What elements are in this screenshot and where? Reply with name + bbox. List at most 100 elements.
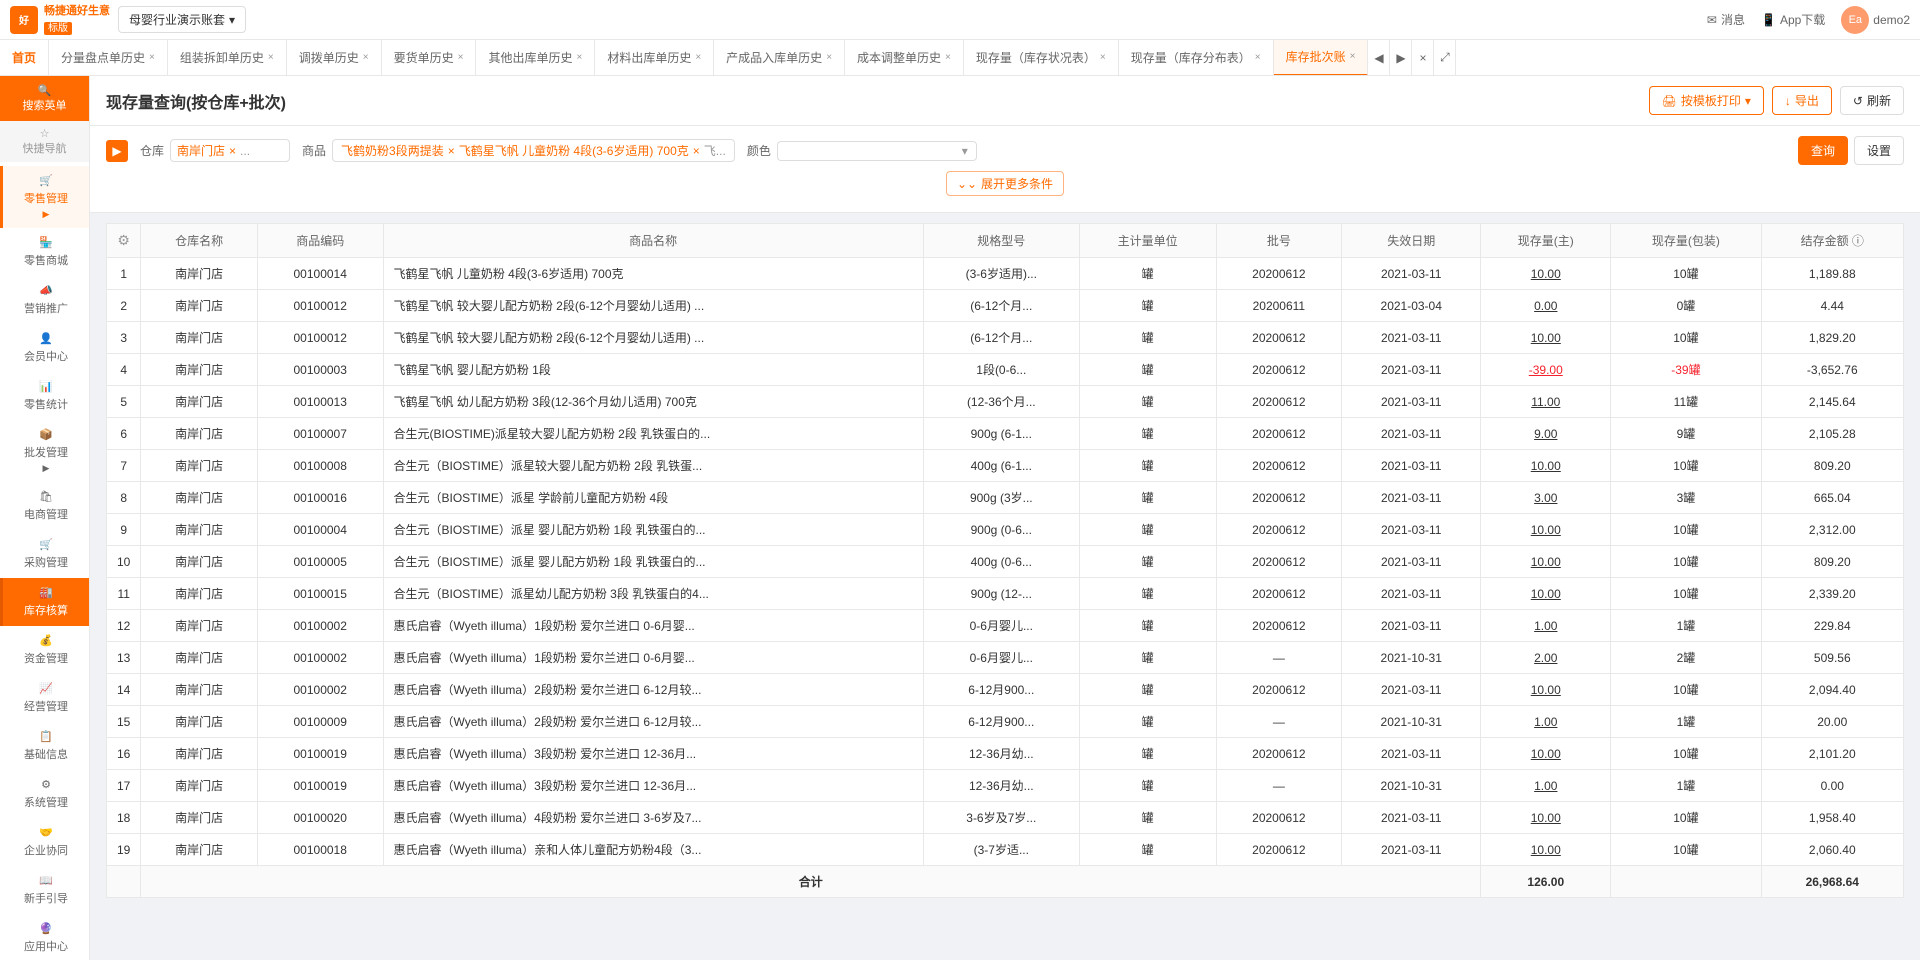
filter-arrow-btn[interactable]: ▶: [106, 140, 128, 162]
qty-main-link[interactable]: 10.00: [1531, 843, 1561, 857]
expand-conditions-button[interactable]: ⌄⌄ 展开更多条件: [946, 171, 1064, 196]
qty-main-link[interactable]: 1.00: [1534, 779, 1557, 793]
sidebar-search[interactable]: 🔍 搜索英单: [0, 76, 89, 121]
row-qty-main[interactable]: 10.00: [1481, 514, 1611, 546]
warehouse-input-area[interactable]: 南岸门店 × ...: [170, 139, 290, 162]
goods-input-area[interactable]: 飞鹤奶粉3段两提装 × 飞鹤星飞帆 儿童奶粉 4段(3-6岁适用) 700克 ×…: [332, 139, 735, 162]
sidebar-item-retail-shop[interactable]: 🏪 零售商城: [0, 228, 89, 276]
row-qty-main[interactable]: 0.00: [1481, 290, 1611, 322]
row-qty-main[interactable]: 10.00: [1481, 802, 1611, 834]
tab-diaob[interactable]: 调拨单历史 ×: [287, 40, 382, 76]
tab-chengpin-close[interactable]: ×: [826, 52, 832, 63]
user-area[interactable]: Ea demo2: [1841, 6, 1910, 34]
sidebar-item-member[interactable]: 👤 会员中心: [0, 324, 89, 372]
qty-main-link[interactable]: 10.00: [1531, 523, 1561, 537]
row-qty-main[interactable]: 1.00: [1481, 610, 1611, 642]
message-button[interactable]: ✉ 消息: [1707, 11, 1745, 28]
tab-kucun2-close[interactable]: ×: [1255, 52, 1261, 63]
row-qty-main[interactable]: 3.00: [1481, 482, 1611, 514]
tab-zuhe-close[interactable]: ×: [268, 52, 274, 63]
tab-chengben[interactable]: 成本调整单历史 ×: [845, 40, 964, 76]
sidebar-quick-nav[interactable]: ☆ 快捷导航: [0, 121, 89, 162]
tab-home[interactable]: 首页: [0, 40, 49, 76]
sidebar-item-operations[interactable]: 📈 经营管理: [0, 674, 89, 722]
sidebar-item-purchase[interactable]: 🛒 采购管理: [0, 530, 89, 578]
qty-main-link[interactable]: 1.00: [1534, 619, 1557, 633]
qty-main-link[interactable]: 11.00: [1531, 395, 1560, 409]
tab-chengpin[interactable]: 产成品入库单历史 ×: [714, 40, 845, 76]
tab-cailiao[interactable]: 材料出库单历史 ×: [595, 40, 714, 76]
row-qty-main[interactable]: 10.00: [1481, 578, 1611, 610]
qty-main-link[interactable]: 9.00: [1534, 427, 1557, 441]
tab-fullscreen[interactable]: ⤢: [1434, 40, 1456, 76]
col-settings-icon[interactable]: ⚙: [117, 232, 130, 248]
row-qty-main[interactable]: 10.00: [1481, 546, 1611, 578]
qty-main-link[interactable]: 10.00: [1531, 331, 1561, 345]
warehouse-tag-close[interactable]: ×: [229, 144, 236, 158]
tab-kucun1-close[interactable]: ×: [1100, 52, 1106, 63]
row-qty-main[interactable]: 9.00: [1481, 418, 1611, 450]
sidebar-item-wholesale[interactable]: 📦 批发管理 ▶: [0, 420, 89, 482]
industry-selector[interactable]: 母婴行业演示账套 ▾: [118, 6, 246, 33]
tab-yaohuo[interactable]: 要货单历史 ×: [382, 40, 477, 76]
sidebar-item-ecommerce[interactable]: 🛍 电商管理: [0, 482, 89, 530]
settings-button[interactable]: 设置: [1854, 136, 1904, 165]
filter-expand-arrow[interactable]: ▶: [106, 140, 128, 162]
tab-close-all[interactable]: ×: [1412, 40, 1434, 76]
qty-main-link[interactable]: 10.00: [1531, 811, 1561, 825]
tab-qita[interactable]: 其他出库单历史 ×: [476, 40, 595, 76]
tab-kucun3[interactable]: 库存批次账 ×: [1274, 40, 1369, 76]
tab-fenpan-close[interactable]: ×: [149, 52, 155, 63]
sidebar-item-guide[interactable]: 📖 新手引导: [0, 866, 89, 914]
sidebar-item-retail-mgmt[interactable]: 🛒 零售管理 ▶: [0, 166, 89, 228]
qty-main-link[interactable]: 1.00: [1534, 715, 1557, 729]
row-qty-main[interactable]: 10.00: [1481, 322, 1611, 354]
tab-kucun3-close[interactable]: ×: [1350, 51, 1356, 62]
qty-main-link[interactable]: 10.00: [1531, 555, 1561, 569]
qty-main-link[interactable]: 3.00: [1534, 491, 1557, 505]
tab-zuhe[interactable]: 组装拆卸单历史 ×: [168, 40, 287, 76]
qty-main-link[interactable]: 0.00: [1534, 299, 1557, 313]
sidebar-item-retail-stats[interactable]: 📊 零售统计: [0, 372, 89, 420]
qty-main-link[interactable]: 10.00: [1531, 267, 1561, 281]
qty-main-link[interactable]: 10.00: [1531, 587, 1561, 601]
tab-kucun2[interactable]: 现存量（库存分布表） ×: [1119, 40, 1274, 76]
tab-diaob-close[interactable]: ×: [363, 52, 369, 63]
sidebar-item-app-center[interactable]: 🔮 应用中心: [0, 914, 89, 960]
tab-qita-close[interactable]: ×: [576, 52, 582, 63]
qty-main-link[interactable]: 10.00: [1531, 683, 1561, 697]
tab-chengben-close[interactable]: ×: [945, 52, 951, 63]
color-input-area[interactable]: ▾: [777, 141, 977, 161]
print-button[interactable]: 🖨 按模板打印 ▾: [1649, 86, 1764, 115]
qty-main-link[interactable]: 10.00: [1531, 459, 1561, 473]
qty-main-link[interactable]: 10.00: [1531, 747, 1561, 761]
sidebar-item-marketing[interactable]: 📣 营销推广: [0, 276, 89, 324]
sidebar-item-inventory[interactable]: 🏭 库存核算: [0, 578, 89, 626]
sidebar-item-finance[interactable]: 💰 资金管理: [0, 626, 89, 674]
tab-kucun1[interactable]: 现存量（库存状况表） ×: [964, 40, 1119, 76]
tab-yaohuo-close[interactable]: ×: [458, 52, 464, 63]
app-download-button[interactable]: 📱 App下载: [1761, 11, 1825, 28]
tab-fenpan[interactable]: 分量盘点单历史 ×: [49, 40, 168, 76]
row-qty-main[interactable]: 1.00: [1481, 770, 1611, 802]
goods-tag-1-close[interactable]: ×: [448, 144, 455, 158]
row-qty-main[interactable]: 10.00: [1481, 450, 1611, 482]
row-qty-main[interactable]: -39.00: [1481, 354, 1611, 386]
row-qty-main[interactable]: 10.00: [1481, 834, 1611, 866]
qty-main-link[interactable]: -39.00: [1529, 363, 1563, 377]
row-qty-main[interactable]: 11.00: [1481, 386, 1611, 418]
tab-cailiao-close[interactable]: ×: [695, 52, 701, 63]
refresh-button[interactable]: ↺ 刷新: [1840, 86, 1904, 115]
goods-tag-2-close[interactable]: ×: [693, 144, 700, 158]
row-qty-main[interactable]: 10.00: [1481, 738, 1611, 770]
row-qty-main[interactable]: 2.00: [1481, 642, 1611, 674]
row-qty-main[interactable]: 10.00: [1481, 258, 1611, 290]
row-qty-main[interactable]: 10.00: [1481, 674, 1611, 706]
sidebar-item-system[interactable]: ⚙ 系统管理: [0, 770, 89, 818]
sidebar-item-enterprise[interactable]: 🤝 企业协同: [0, 818, 89, 866]
qty-main-link[interactable]: 2.00: [1534, 651, 1557, 665]
export-button[interactable]: ↓ 导出: [1772, 86, 1832, 115]
tab-nav-right[interactable]: ▶: [1390, 40, 1412, 76]
sidebar-item-basic-info[interactable]: 📋 基础信息: [0, 722, 89, 770]
query-button[interactable]: 查询: [1798, 136, 1848, 165]
